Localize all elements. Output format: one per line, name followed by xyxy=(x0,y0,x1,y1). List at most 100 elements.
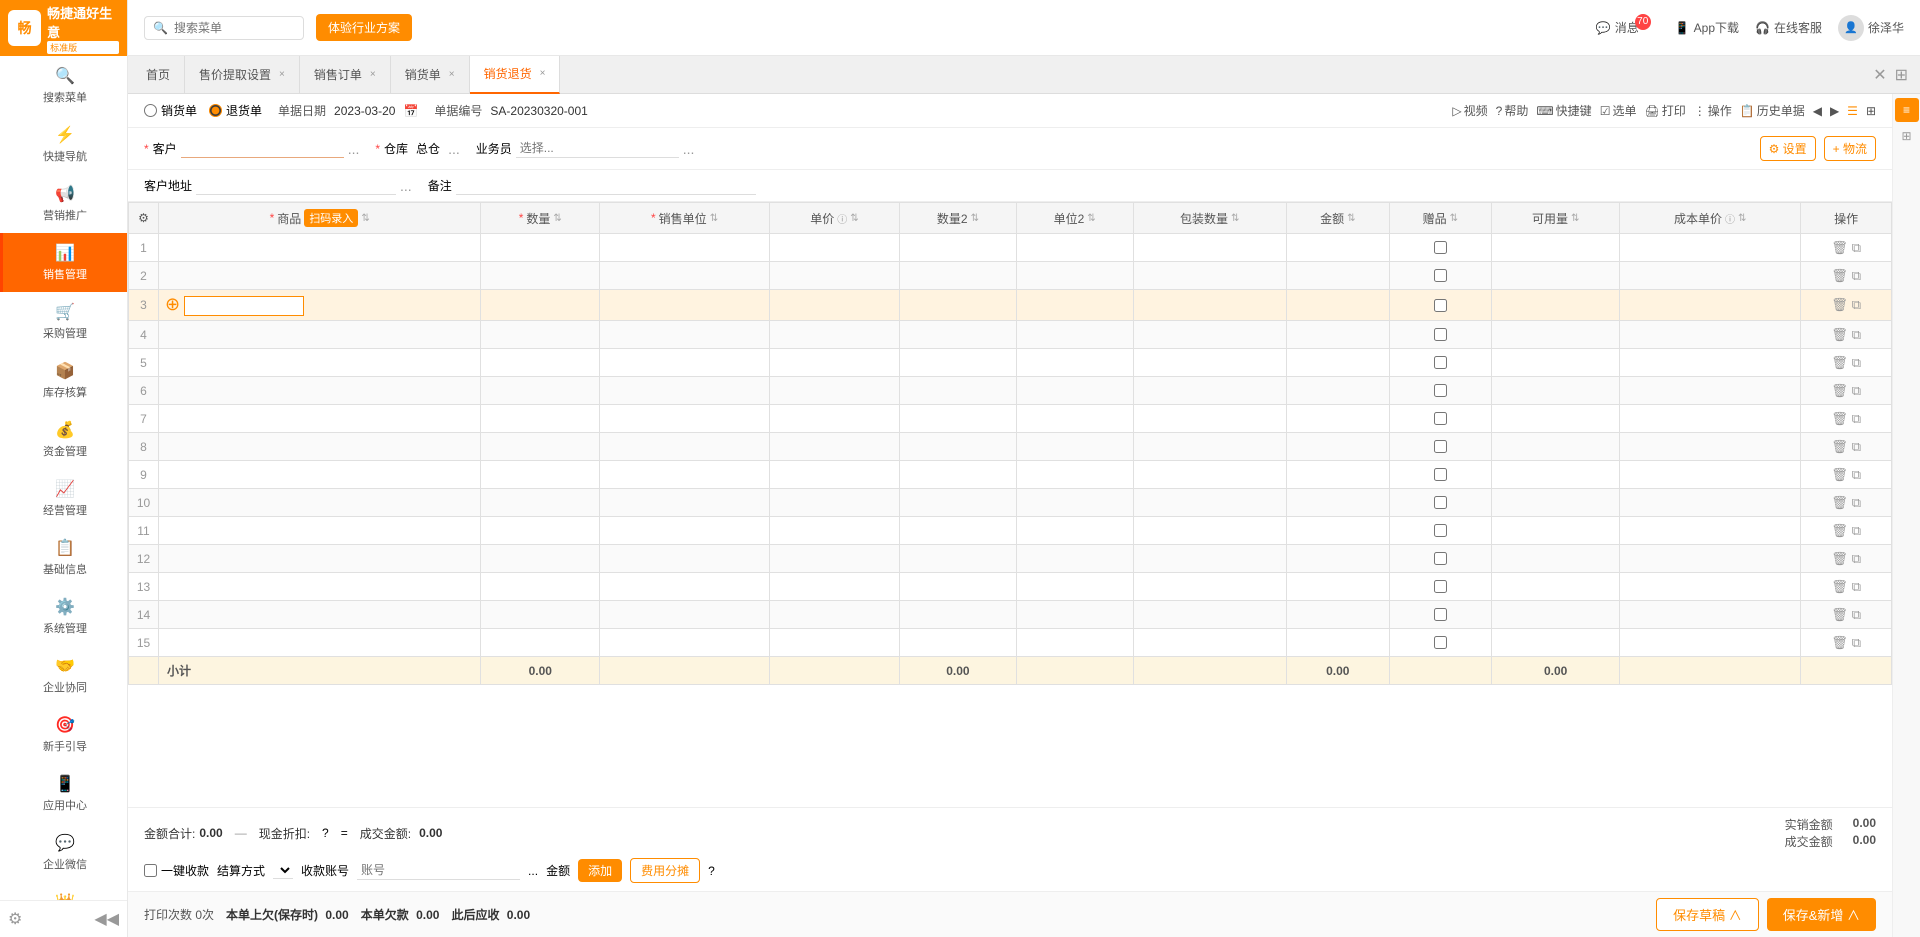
row-amount-2[interactable] xyxy=(1286,262,1389,290)
row-gift-9[interactable] xyxy=(1389,461,1492,489)
row-cost-3[interactable] xyxy=(1620,290,1801,321)
gift-checkbox-2[interactable] xyxy=(1434,269,1447,282)
row-unit-6[interactable] xyxy=(600,377,770,405)
delete-row-15[interactable]: 🗑 xyxy=(1831,635,1848,651)
row-unit2-7[interactable] xyxy=(1016,405,1133,433)
row-amount-13[interactable] xyxy=(1286,573,1389,601)
delete-row-11[interactable]: 🗑 xyxy=(1831,523,1848,539)
scan-button[interactable]: 扫码录入 xyxy=(304,209,358,227)
app-download-item[interactable]: 📱 App下载 xyxy=(1675,19,1739,36)
row-unit-1[interactable] xyxy=(600,234,770,262)
row-qty2-8[interactable] xyxy=(900,433,1017,461)
sidebar-item-inventory[interactable]: 📦库存核算 xyxy=(0,351,127,410)
tab-close-sales[interactable]: × xyxy=(449,69,455,80)
row-price-12[interactable] xyxy=(769,545,899,573)
delete-row-7[interactable]: 🗑 xyxy=(1831,411,1848,427)
prev-btn[interactable]: ◀ xyxy=(1813,104,1822,118)
price-sort-icon[interactable]: ⇅ xyxy=(850,213,858,224)
row-pack-1[interactable] xyxy=(1133,234,1286,262)
notification-item[interactable]: 💬 消息 70 xyxy=(1596,19,1659,36)
row-avail-8[interactable] xyxy=(1492,433,1620,461)
copy-row-10[interactable]: ⧉ xyxy=(1852,495,1861,511)
delete-row-5[interactable]: 🗑 xyxy=(1831,355,1848,371)
row-amount-8[interactable] xyxy=(1286,433,1389,461)
save-new-button[interactable]: 保存&新增 ∧ xyxy=(1767,898,1876,931)
row-goods-10[interactable] xyxy=(159,489,481,517)
customer-service-item[interactable]: 🎧 在线客服 xyxy=(1755,19,1822,36)
row-gift-3[interactable] xyxy=(1389,290,1492,321)
delete-row-8[interactable]: 🗑 xyxy=(1831,439,1848,455)
row-price-8[interactable] xyxy=(769,433,899,461)
one-click-payment-checkbox[interactable] xyxy=(144,864,157,877)
copy-row-12[interactable]: ⧉ xyxy=(1852,551,1861,567)
row-gift-5[interactable] xyxy=(1389,349,1492,377)
row-amount-3[interactable] xyxy=(1286,290,1389,321)
rmb-detail-view[interactable]: ⊞ xyxy=(1895,124,1919,148)
row-avail-10[interactable] xyxy=(1492,489,1620,517)
gift-checkbox-1[interactable] xyxy=(1434,241,1447,254)
goods-sort-icon[interactable]: ⇅ xyxy=(361,213,369,224)
gift-checkbox-6[interactable] xyxy=(1434,384,1447,397)
row-avail-13[interactable] xyxy=(1492,573,1620,601)
sidebar-item-shortcut[interactable]: ⚡快捷导航 xyxy=(0,115,127,174)
settlement-select[interactable] xyxy=(273,862,293,879)
row-unit-10[interactable] xyxy=(600,489,770,517)
row-amount-6[interactable] xyxy=(1286,377,1389,405)
row-unit-14[interactable] xyxy=(600,601,770,629)
sidebar-item-marketing[interactable]: 📢营销推广 xyxy=(0,174,127,233)
row-price-7[interactable] xyxy=(769,405,899,433)
help-btn[interactable]: ? 帮助 xyxy=(1496,102,1529,119)
row-unit-3[interactable] xyxy=(600,290,770,321)
copy-row-3[interactable]: ⧉ xyxy=(1852,297,1861,313)
row-pack-12[interactable] xyxy=(1133,545,1286,573)
delete-row-4[interactable]: 🗑 xyxy=(1831,327,1848,343)
sidebar-item-operation[interactable]: 📈经营管理 xyxy=(0,469,127,528)
row-unit2-2[interactable] xyxy=(1016,262,1133,290)
row-qty2-15[interactable] xyxy=(900,629,1017,657)
sidebar-item-sales[interactable]: 📊销售管理 xyxy=(0,233,127,292)
gift-checkbox-10[interactable] xyxy=(1434,496,1447,509)
tab-close-sales-return[interactable]: × xyxy=(540,68,546,79)
trial-button[interactable]: 体验行业方案 xyxy=(316,14,412,41)
gift-checkbox-7[interactable] xyxy=(1434,412,1447,425)
row-qty-10[interactable] xyxy=(481,489,600,517)
row-amount-4[interactable] xyxy=(1286,321,1389,349)
row-qty-13[interactable] xyxy=(481,573,600,601)
row-price-13[interactable] xyxy=(769,573,899,601)
delete-row-1[interactable]: 🗑 xyxy=(1831,240,1848,256)
setting-button[interactable]: ⚙ 设置 xyxy=(1760,136,1816,161)
row-goods-2[interactable] xyxy=(159,262,481,290)
address-dots[interactable]: ... xyxy=(400,178,412,194)
row-gift-11[interactable] xyxy=(1389,517,1492,545)
row-cost-8[interactable] xyxy=(1620,433,1801,461)
row-gift-7[interactable] xyxy=(1389,405,1492,433)
packqty-sort-icon[interactable]: ⇅ xyxy=(1231,213,1239,224)
row-avail-15[interactable] xyxy=(1492,629,1620,657)
settings-icon[interactable]: ⚙ xyxy=(8,909,22,929)
account-input[interactable] xyxy=(357,861,520,880)
row-pack-10[interactable] xyxy=(1133,489,1286,517)
row-price-5[interactable] xyxy=(769,349,899,377)
row-goods-8[interactable] xyxy=(159,433,481,461)
row-avail-1[interactable] xyxy=(1492,234,1620,262)
row-qty2-1[interactable] xyxy=(900,234,1017,262)
gift-sort-icon[interactable]: ⇅ xyxy=(1450,213,1458,224)
row-avail-3[interactable] xyxy=(1492,290,1620,321)
add-flow-button[interactable]: + 物流 xyxy=(1824,136,1876,161)
copy-row-2[interactable]: ⧉ xyxy=(1852,268,1861,284)
delete-row-9[interactable]: 🗑 xyxy=(1831,467,1848,483)
row-qty-8[interactable] xyxy=(481,433,600,461)
row-cost-5[interactable] xyxy=(1620,349,1801,377)
tab-sales[interactable]: 销货单× xyxy=(391,56,470,94)
radio-sales-input[interactable] xyxy=(144,104,157,117)
maximize-tab[interactable]: ⊞ xyxy=(1895,65,1908,85)
salesperson-input[interactable] xyxy=(516,139,679,158)
copy-row-8[interactable]: ⧉ xyxy=(1852,439,1861,455)
amount-sort-icon[interactable]: ⇅ xyxy=(1347,213,1355,224)
row-gift-8[interactable] xyxy=(1389,433,1492,461)
sidebar-item-member[interactable]: 👑畅会员 xyxy=(0,882,127,900)
row-gift-1[interactable] xyxy=(1389,234,1492,262)
row-cost-15[interactable] xyxy=(1620,629,1801,657)
gift-checkbox-5[interactable] xyxy=(1434,356,1447,369)
search-input[interactable] xyxy=(174,21,295,35)
